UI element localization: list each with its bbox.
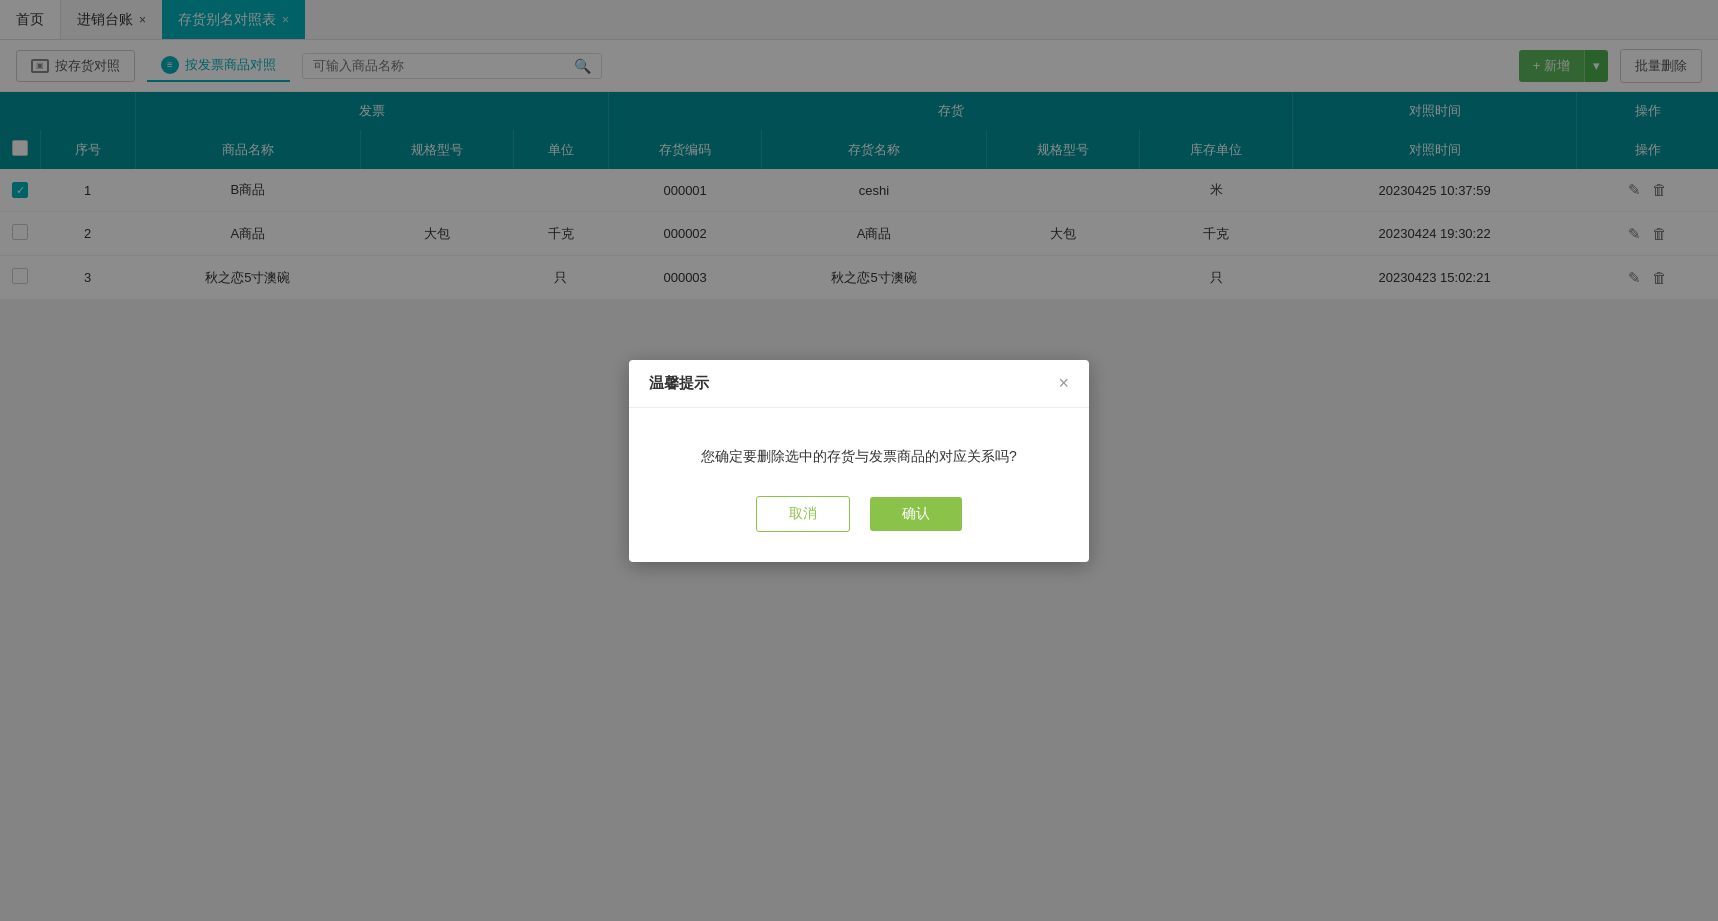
confirm-dialog: 温馨提示 × 您确定要删除选中的存货与发票商品的对应关系吗? 取消 确认 [629, 360, 1089, 562]
dialog-message: 您确定要删除选中的存货与发票商品的对应关系吗? [701, 448, 1017, 464]
dialog-title: 温馨提示 [649, 374, 709, 393]
dialog-overlay: 温馨提示 × 您确定要删除选中的存货与发票商品的对应关系吗? 取消 确认 [0, 0, 1718, 921]
dialog-body: 您确定要删除选中的存货与发票商品的对应关系吗? [629, 408, 1089, 496]
dialog-header: 温馨提示 × [629, 360, 1089, 408]
dialog-footer: 取消 确认 [629, 496, 1089, 562]
dialog-close-button[interactable]: × [1058, 374, 1069, 392]
confirm-button[interactable]: 确认 [870, 497, 962, 531]
cancel-button[interactable]: 取消 [756, 496, 850, 532]
